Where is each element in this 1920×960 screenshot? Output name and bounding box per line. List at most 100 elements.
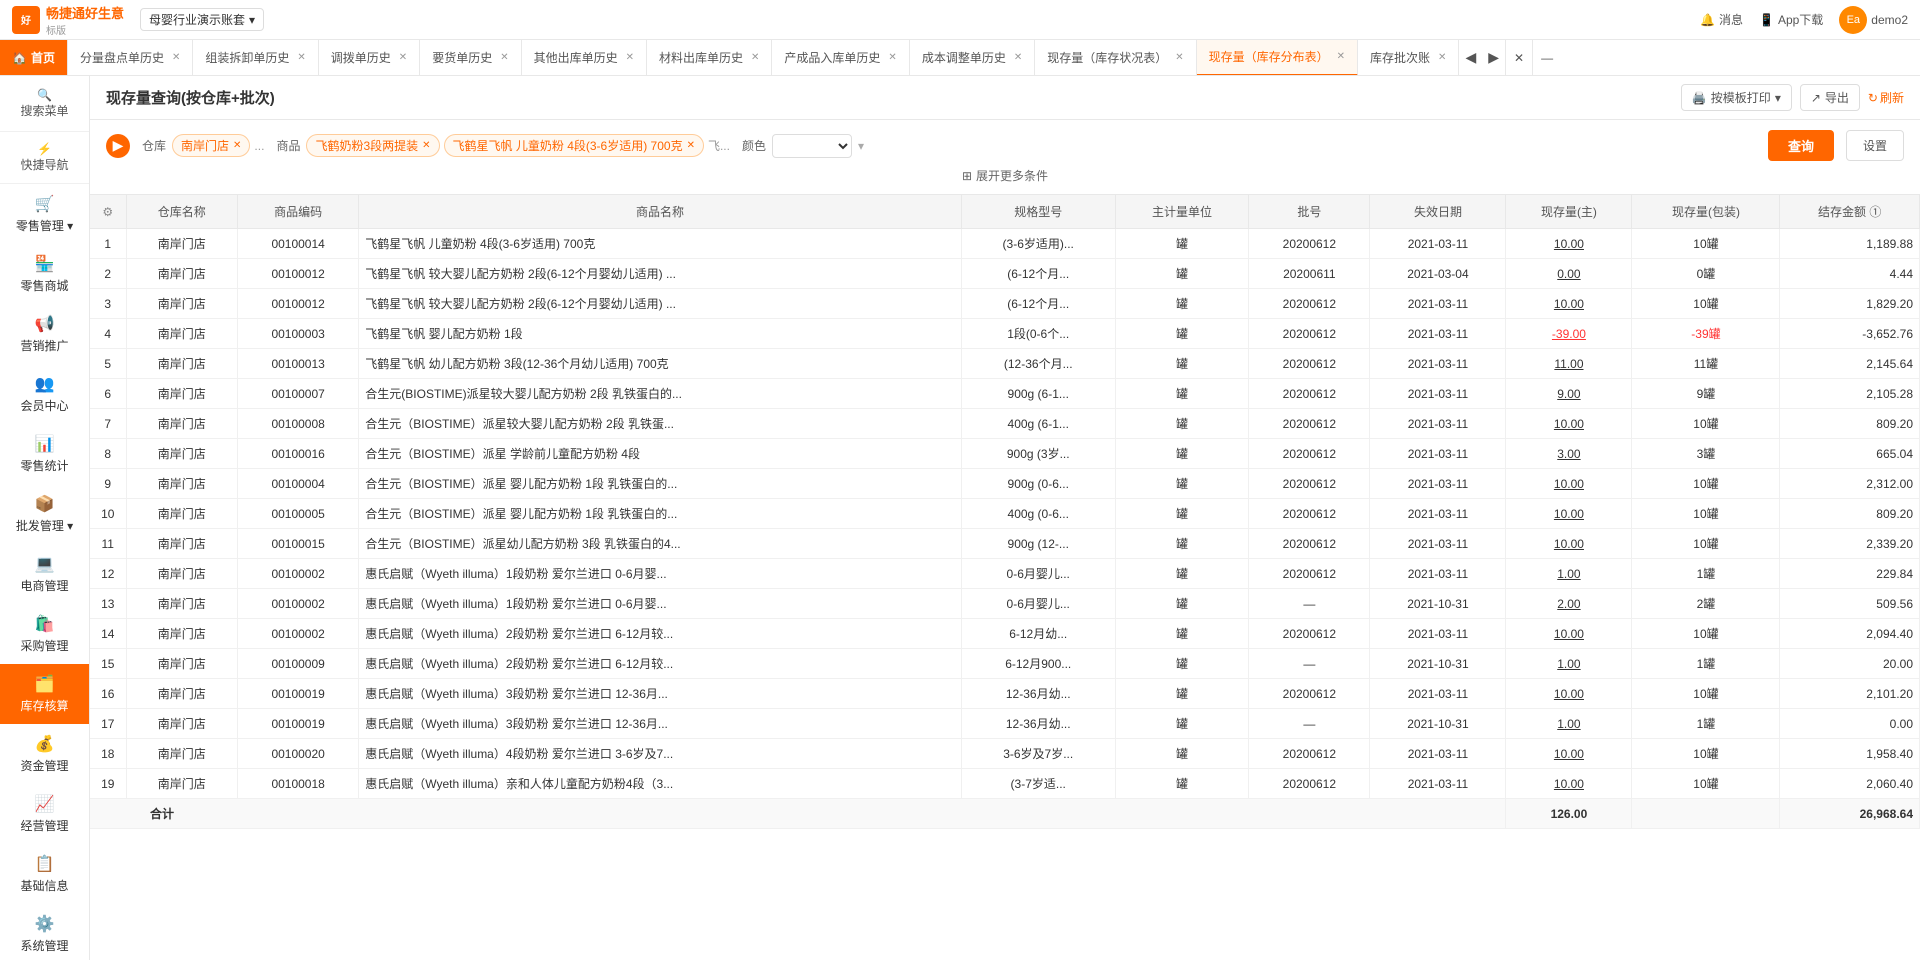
- tab-xiancunliang2[interactable]: 现存量（库存分布表） ✕: [1197, 40, 1358, 76]
- cell-qty[interactable]: 10.00: [1506, 679, 1632, 709]
- color-select[interactable]: [772, 134, 852, 158]
- product-tag-1-remove[interactable]: ✕: [422, 140, 430, 151]
- tab-kupicizhanag[interactable]: 库存批次账 ✕: [1358, 40, 1459, 76]
- tab-xiancunliang1[interactable]: 现存量（库存状况表） ✕: [1035, 40, 1196, 76]
- sidebar-item-零售统计[interactable]: 📊 零售统计: [0, 424, 89, 484]
- tab-prev-btn[interactable]: ◀: [1459, 40, 1482, 76]
- table-row: 3 南岸门店 00100012 飞鹤星飞帆 较大婴儿配方奶粉 2段(6-12个月…: [90, 289, 1920, 319]
- sidebar-item-采购管理[interactable]: 🛍️ 采购管理: [0, 604, 89, 664]
- cell-qty[interactable]: 11.00: [1506, 349, 1632, 379]
- cell-qty[interactable]: 10.00: [1506, 619, 1632, 649]
- close-icon[interactable]: ✕: [1337, 51, 1345, 62]
- tab-diaobodanlishi[interactable]: 调拨单历史 ✕: [319, 40, 420, 76]
- sidebar-item-营销推广[interactable]: 📢 营销推广: [0, 304, 89, 364]
- close-icon[interactable]: ✕: [1175, 52, 1183, 63]
- close-icon[interactable]: ✕: [297, 52, 305, 63]
- search-menu-btn[interactable]: 🔍 搜索菜单: [4, 84, 85, 123]
- close-icon[interactable]: ✕: [626, 52, 634, 63]
- product-tag-2-remove[interactable]: ✕: [687, 140, 695, 151]
- cell-qty[interactable]: 10.00: [1506, 499, 1632, 529]
- cell-qty[interactable]: 3.00: [1506, 439, 1632, 469]
- cell-qty[interactable]: 1.00: [1506, 559, 1632, 589]
- tab-zuzhangchaijian[interactable]: 组装拆卸单历史 ✕: [193, 40, 318, 76]
- sidebar-icon: 📊: [35, 434, 55, 454]
- sidebar-item-零售商城[interactable]: 🏪 零售商城: [0, 244, 89, 304]
- tab-minimize-btn[interactable]: —: [1532, 40, 1561, 76]
- close-icon[interactable]: ✕: [399, 52, 407, 63]
- cell-spec: 12-36月幼...: [961, 709, 1115, 739]
- close-icon[interactable]: ✕: [1438, 52, 1446, 63]
- refresh-label: 刷新: [1880, 89, 1904, 106]
- print-btn[interactable]: 🖨️ 按模板打印 ▾: [1681, 84, 1792, 111]
- footer-empty: [1632, 799, 1780, 829]
- sidebar-item-批发管理[interactable]: 📦 批发管理 ▾: [0, 484, 89, 544]
- tab-cailiaochuku[interactable]: 材料出库单历史 ✕: [647, 40, 772, 76]
- user-area[interactable]: Ea demo2: [1839, 6, 1908, 34]
- th-batch: 批号: [1249, 195, 1370, 229]
- cell-qty[interactable]: 10.00: [1506, 739, 1632, 769]
- cell-name: 飞鹤星飞帆 较大婴儿配方奶粉 2段(6-12个月婴幼儿适用) ...: [359, 289, 961, 319]
- close-icon[interactable]: ✕: [172, 52, 180, 63]
- cell-qty[interactable]: -39.00: [1506, 319, 1632, 349]
- tab-fenliangpandian[interactable]: 分量盘点单历史 ✕: [68, 40, 193, 76]
- tab-next-btn[interactable]: ▶: [1482, 40, 1505, 76]
- tab-yaohuodan[interactable]: 要货单历史 ✕: [420, 40, 521, 76]
- cell-spec: 12-36月幼...: [961, 679, 1115, 709]
- export-btn[interactable]: ↗ 导出: [1800, 84, 1860, 111]
- settings-icon[interactable]: ⚙: [102, 205, 113, 219]
- app-download-btn[interactable]: 📱 App下载: [1759, 11, 1823, 28]
- cell-expire: 2021-03-11: [1370, 379, 1506, 409]
- settings-btn[interactable]: 设置: [1846, 130, 1904, 161]
- cell-qty[interactable]: 10.00: [1506, 529, 1632, 559]
- warehouse-tag: 南岸门店 ✕: [172, 134, 250, 157]
- cell-amount: 509.56: [1780, 589, 1920, 619]
- cell-qty[interactable]: 1.00: [1506, 649, 1632, 679]
- tab-chanchengpin[interactable]: 产成品入库单历史 ✕: [772, 40, 909, 76]
- sidebar-item-经营管理[interactable]: 📈 经营管理: [0, 784, 89, 844]
- sidebar-item-资金管理[interactable]: 💰 资金管理: [0, 724, 89, 784]
- messages-btn[interactable]: 🔔 消息: [1700, 11, 1743, 28]
- cell-qty[interactable]: 10.00: [1506, 289, 1632, 319]
- quick-nav-btn[interactable]: ⚡ 快捷导航: [0, 136, 89, 179]
- sidebar-item-电商管理[interactable]: 💻 电商管理: [0, 544, 89, 604]
- cell-qty[interactable]: 9.00: [1506, 379, 1632, 409]
- sidebar-icon: ⚙️: [35, 914, 55, 934]
- close-icon[interactable]: ✕: [1014, 52, 1022, 63]
- table-row: 4 南岸门店 00100003 飞鹤星飞帆 婴儿配方奶粉 1段 1段(0-6个.…: [90, 319, 1920, 349]
- table-row: 6 南岸门店 00100007 合生元(BIOSTIME)派星较大婴儿配方奶粉 …: [90, 379, 1920, 409]
- cell-qty[interactable]: 10.00: [1506, 469, 1632, 499]
- cell-qty[interactable]: 0.00: [1506, 259, 1632, 289]
- close-icon[interactable]: ✕: [751, 52, 759, 63]
- quick-nav-icon: ⚡: [4, 142, 85, 156]
- cell-qty[interactable]: 10.00: [1506, 409, 1632, 439]
- cell-qty[interactable]: 10.00: [1506, 229, 1632, 259]
- cell-spec: (3-7岁适...: [961, 769, 1115, 799]
- sidebar-item-基础信息[interactable]: 📋 基础信息: [0, 844, 89, 904]
- sidebar-item-零售管理[interactable]: 🛒 零售管理 ▾: [0, 184, 89, 244]
- cell-expire: 2021-10-31: [1370, 649, 1506, 679]
- sidebar-icon: 📦: [35, 494, 55, 514]
- query-btn[interactable]: 查询: [1768, 130, 1834, 161]
- tab-chenbendiaozheng[interactable]: 成本调整单历史 ✕: [910, 40, 1035, 76]
- tab-qitachuku[interactable]: 其他出库单历史 ✕: [522, 40, 647, 76]
- cell-qty[interactable]: 2.00: [1506, 589, 1632, 619]
- close-icon[interactable]: ✕: [888, 52, 896, 63]
- table-header-row: ⚙ 仓库名称 商品编码 商品名称 规格型号 主计量单位 批号 失效日期 现存量(…: [90, 195, 1920, 229]
- sidebar-item-系统管理[interactable]: ⚙️ 系统管理: [0, 904, 89, 960]
- cell-warehouse: 南岸门店: [126, 349, 237, 379]
- expand-more-btn[interactable]: ⊞ 展开更多条件: [106, 167, 1904, 184]
- cell-qty[interactable]: 10.00: [1506, 769, 1632, 799]
- cell-warehouse: 南岸门店: [126, 259, 237, 289]
- tab-home[interactable]: 🏠 首页: [0, 40, 68, 76]
- warehouse-tag-remove[interactable]: ✕: [233, 140, 241, 151]
- sidebar-item-库存核算[interactable]: 🗂️ 库存核算: [0, 664, 89, 724]
- cell-spec: 400g (0-6...: [961, 499, 1115, 529]
- expand-filter-btn[interactable]: ▶: [106, 134, 130, 158]
- refresh-btn[interactable]: ↻ 刷新: [1868, 89, 1904, 106]
- cell-unit: 罐: [1115, 769, 1248, 799]
- close-icon[interactable]: ✕: [500, 52, 508, 63]
- account-selector[interactable]: 母婴行业演示账套 ▾: [140, 8, 264, 31]
- sidebar-item-会员中心[interactable]: 👥 会员中心: [0, 364, 89, 424]
- cell-qty[interactable]: 1.00: [1506, 709, 1632, 739]
- tab-close-all-btn[interactable]: ✕: [1505, 40, 1532, 76]
